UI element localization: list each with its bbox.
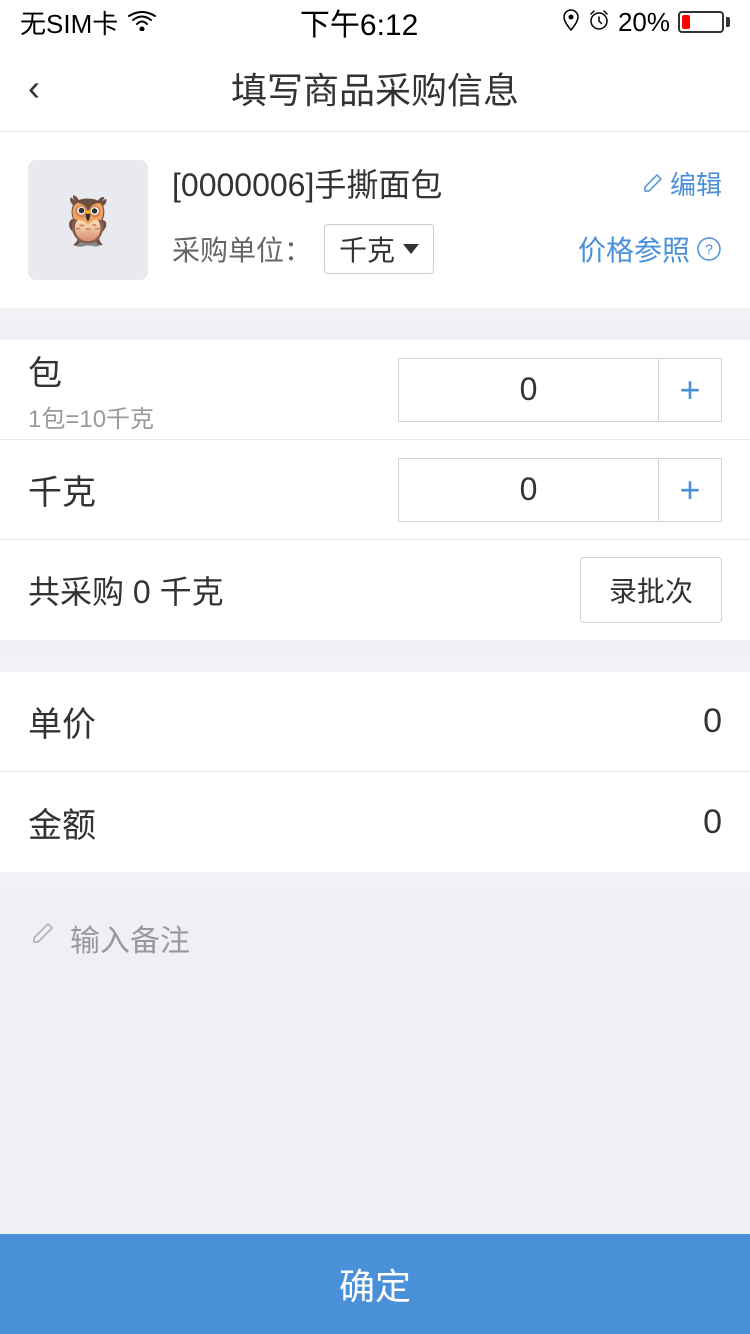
input-section: 包 1包=10千克 + 千克 +	[0, 340, 750, 540]
product-image: 🦉	[28, 160, 148, 280]
nav-bar: ‹ 填写商品采购信息	[0, 44, 750, 132]
remark-placeholder: 输入备注	[70, 916, 190, 960]
remark-section[interactable]: 输入备注	[0, 888, 750, 988]
edit-button[interactable]: 编辑	[642, 165, 722, 202]
kg-plus-button[interactable]: +	[658, 458, 722, 522]
status-left: 无SIM卡	[20, 4, 156, 41]
product-name-row: [0000006]手撕面包 编辑	[172, 160, 722, 206]
kg-label: 千克	[28, 465, 188, 514]
unit-price-value: 0	[703, 702, 722, 741]
product-name: [0000006]手撕面包	[172, 160, 442, 206]
product-logo: 🦉	[58, 192, 118, 249]
unit-price-label: 单价	[28, 697, 96, 746]
pack-input-row: 包 1包=10千克 +	[0, 340, 750, 440]
location-icon	[562, 7, 580, 38]
product-info: [0000006]手撕面包 编辑 采购单位： 千克 价格参照 ?	[172, 160, 722, 274]
page-title: 填写商品采购信息	[231, 62, 519, 114]
amount-row: 金额 0	[0, 772, 750, 872]
kg-label-group: 千克	[28, 465, 188, 514]
battery-percent: 20%	[618, 7, 670, 38]
amount-label: 金额	[28, 798, 96, 847]
section-divider-1	[0, 324, 750, 340]
summary-row: 共采购 0 千克 录批次	[0, 540, 750, 640]
pack-input-control: +	[188, 358, 722, 422]
chevron-down-icon	[403, 244, 419, 254]
product-card: 🦉 [0000006]手撕面包 编辑 采购单位： 千克 价格参照	[0, 132, 750, 308]
price-section: 单价 0 金额 0	[0, 672, 750, 872]
kg-input-control: +	[188, 458, 722, 522]
pack-label: 包	[28, 346, 188, 395]
kg-input-row: 千克 +	[0, 440, 750, 540]
help-icon: ?	[696, 236, 722, 262]
pack-plus-button[interactable]: +	[658, 358, 722, 422]
edit-icon	[642, 172, 664, 194]
battery-icon	[678, 11, 730, 33]
kg-quantity-input[interactable]	[398, 458, 658, 522]
carrier-label: 无SIM卡	[20, 4, 118, 41]
unit-select[interactable]: 千克	[324, 224, 434, 274]
purchase-unit-row: 采购单位： 千克 价格参照 ?	[172, 224, 722, 274]
unit-value: 千克	[339, 229, 395, 269]
pack-label-group: 包 1包=10千克	[28, 346, 188, 434]
unit-label: 采购单位：	[172, 229, 312, 269]
summary-text: 共采购 0 千克	[28, 567, 224, 613]
back-button[interactable]: ‹	[28, 67, 40, 109]
pencil-icon	[28, 920, 56, 956]
unit-price-row: 单价 0	[0, 672, 750, 772]
alarm-icon	[588, 7, 610, 38]
status-bar: 无SIM卡 下午6:12 20%	[0, 0, 750, 44]
amount-value: 0	[703, 803, 722, 842]
price-ref-button[interactable]: 价格参照 ?	[578, 229, 722, 269]
confirm-button[interactable]: 确定	[0, 1234, 750, 1334]
svg-text:?: ?	[705, 241, 713, 257]
section-divider-2	[0, 640, 750, 656]
status-right: 20%	[562, 7, 730, 38]
batch-button[interactable]: 录批次	[580, 557, 722, 623]
status-time: 下午6:12	[300, 0, 418, 44]
pack-quantity-input[interactable]	[398, 358, 658, 422]
pack-sub-label: 1包=10千克	[28, 399, 188, 434]
wifi-icon	[128, 7, 156, 38]
